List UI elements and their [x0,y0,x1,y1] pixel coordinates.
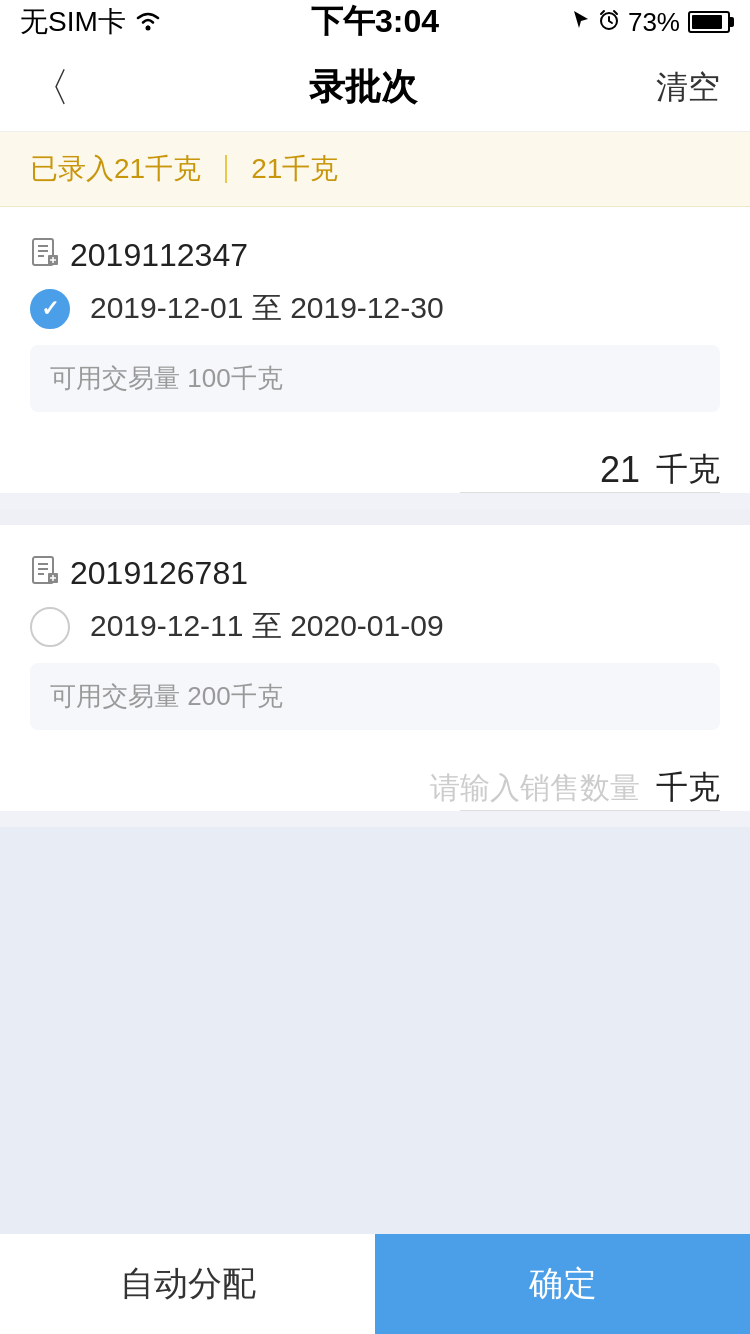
location-icon [572,7,590,38]
status-time: 下午3:04 [311,0,439,44]
back-button[interactable]: 〈 [30,60,70,115]
amount-row-1: 21 千克 [30,432,720,492]
input-unit-2: 千克 [656,766,720,810]
status-bar: 无SIM卡 下午3:04 73% [0,0,750,44]
batch-date-2: 2019-12-11 至 2020-01-09 [90,606,444,647]
svg-point-0 [145,26,150,31]
page-title: 录批次 [309,63,417,112]
amount-divider-1 [460,492,720,493]
radio-btn-2[interactable] [30,607,70,647]
summary-divider [225,155,227,183]
auto-distribute-button[interactable]: 自动分配 [0,1234,375,1334]
amount-unit-1: 千克 [656,448,720,492]
battery-percent: 73% [628,7,680,38]
amount-value-1: 21 [600,449,640,491]
nav-bar: 〈 录批次 清空 [0,44,750,132]
batch-id-2: 2019126781 [70,555,248,592]
input-placeholder-2: 请输入销售数量 [430,768,640,809]
sim-text: 无SIM卡 [20,3,126,41]
summary-banner: 已录入21千克 21千克 [0,132,750,207]
batch-item-1: 2019112347 2019-12-01 至 2019-12-30 可用交易量… [0,207,750,493]
batch-doc-icon-1 [30,237,60,274]
batch-header-1: 2019112347 [30,237,720,274]
alarm-icon [598,7,620,38]
clear-button[interactable]: 清空 [656,66,720,110]
confirm-button[interactable]: 确定 [375,1234,750,1334]
batch-date-1: 2019-12-01 至 2019-12-30 [90,288,444,329]
battery-icon [688,11,730,33]
gray-area [0,827,750,1247]
input-row-2: 请输入销售数量 千克 [30,750,720,810]
batch-id-1: 2019112347 [70,237,248,274]
batch-item-2: 2019126781 2019-12-11 至 2020-01-09 可用交易量… [0,525,750,811]
available-box-1: 可用交易量 100千克 [30,345,720,412]
section-separator [0,509,750,525]
available-box-2: 可用交易量 200千克 [30,663,720,730]
batch-date-row-2: 2019-12-11 至 2020-01-09 [30,606,720,647]
radio-btn-1[interactable] [30,289,70,329]
batch-header-2: 2019126781 [30,555,720,592]
summary-amount: 21千克 [251,150,338,188]
wifi-icon [134,6,162,38]
content-wrapper: 已录入21千克 21千克 2019112347 2019-12-01 至 2 [0,132,750,1334]
status-right: 73% [572,7,730,38]
batch-date-row-1: 2019-12-01 至 2019-12-30 [30,288,720,329]
available-text-1: 可用交易量 100千克 [50,363,283,393]
summary-recorded-label: 已录入21千克 [30,150,201,188]
bottom-bar: 自动分配 确定 [0,1234,750,1334]
available-text-2: 可用交易量 200千克 [50,681,283,711]
input-divider-2 [460,810,720,811]
batch-doc-icon-2 [30,555,60,592]
status-left: 无SIM卡 [20,3,162,41]
